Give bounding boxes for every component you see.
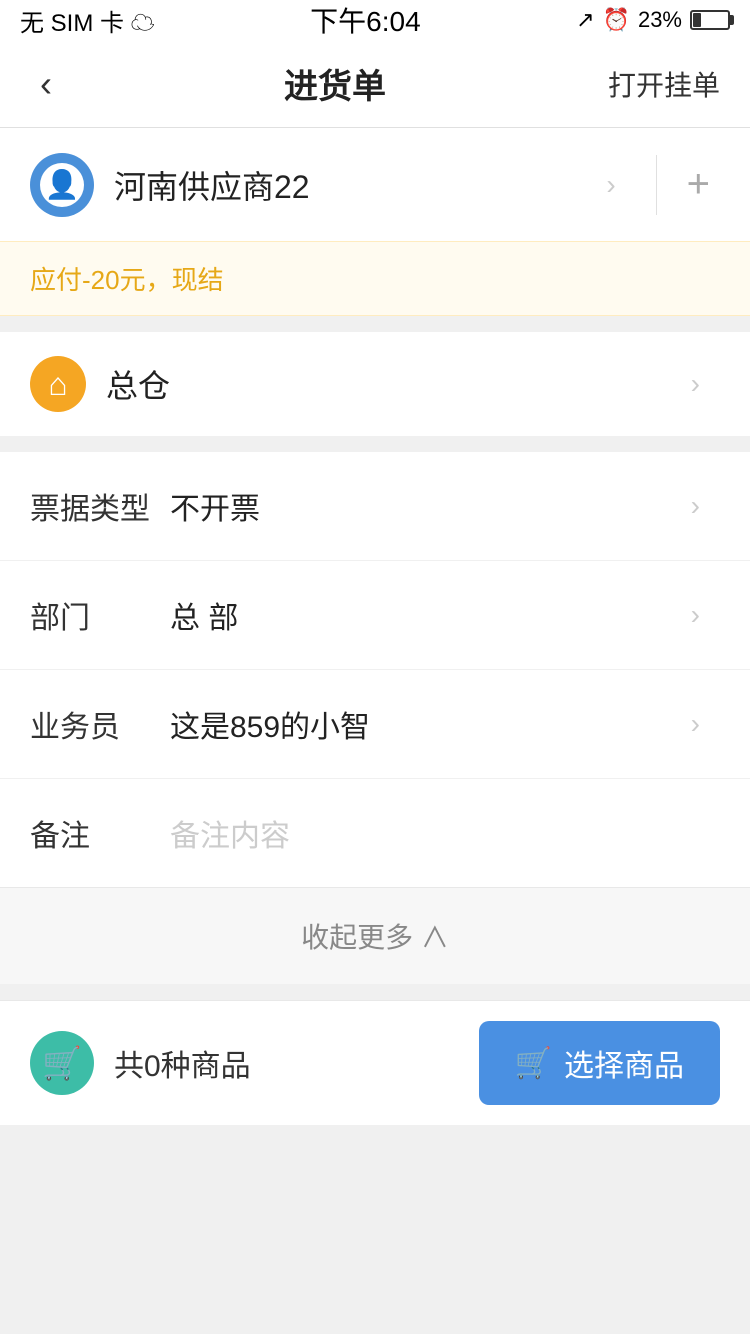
- select-product-button[interactable]: 🛒 选择商品: [479, 1021, 720, 1105]
- status-right: ↗ ⏰ 23%: [576, 7, 730, 33]
- product-count-text: 共0种商品: [114, 1041, 479, 1085]
- department-row[interactable]: 部门 总 部 ›: [0, 560, 750, 669]
- remark-label: 备注: [30, 811, 160, 855]
- invoice-type-value: 不开票: [170, 484, 691, 528]
- supplier-row[interactable]: 👤 河南供应商22 › +: [0, 128, 750, 241]
- status-bar: 无 SIM 卡 ☁ 下午6:04 ↗ ⏰ 23%: [0, 0, 750, 40]
- bottom-bar: 🛒 共0种商品 🛒 选择商品: [0, 1000, 750, 1125]
- nav-bar: ‹ 进货单 打开挂单: [0, 40, 750, 128]
- chevron-right-icon: ›: [691, 490, 700, 522]
- page-title: 进货单: [284, 59, 386, 108]
- main-content: 👤 河南供应商22 › + 应付-20元，现结 ⌂ 总仓 › 票据类型 不开: [0, 128, 750, 1328]
- warehouse-row[interactable]: ⌂ 总仓 ›: [0, 332, 750, 436]
- alarm-icon: ⏰: [603, 7, 630, 33]
- notice-text: 应付-20元，现结: [30, 265, 224, 295]
- department-label: 部门: [30, 593, 160, 637]
- status-left: 无 SIM 卡 ☁: [20, 3, 155, 38]
- supplier-info: 👤 河南供应商22: [30, 153, 606, 217]
- back-button[interactable]: ‹: [30, 53, 62, 115]
- add-supplier-button[interactable]: +: [677, 152, 720, 217]
- chevron-right-icon: ›: [691, 708, 700, 740]
- status-time: 下午6:04: [310, 0, 421, 40]
- supplier-avatar: 👤: [30, 153, 94, 217]
- salesperson-label: 业务员: [30, 702, 160, 746]
- salesperson-row[interactable]: 业务员 这是859的小智 ›: [0, 669, 750, 778]
- remark-input[interactable]: 备注内容: [170, 811, 720, 855]
- product-icon-wrap: 🛒: [30, 1031, 94, 1095]
- select-cart-icon: 🛒: [515, 1046, 552, 1081]
- signal-text: 无 SIM 卡 ☁: [20, 3, 155, 38]
- invoice-type-label: 票据类型: [30, 484, 160, 528]
- collapse-label: 收起更多 ∧: [301, 916, 449, 956]
- chevron-right-icon: ›: [691, 599, 700, 631]
- invoice-type-row[interactable]: 票据类型 不开票 ›: [0, 452, 750, 560]
- department-value: 总 部: [170, 593, 691, 637]
- warehouse-icon: ⌂: [48, 366, 67, 403]
- supplier-name: 河南供应商22: [114, 162, 310, 208]
- warehouse-card[interactable]: ⌂ 总仓 ›: [0, 332, 750, 436]
- battery-text: 23%: [638, 7, 682, 33]
- product-cart-icon: 🛒: [42, 1044, 82, 1082]
- warehouse-icon-wrap: ⌂: [30, 356, 86, 412]
- select-btn-label: 选择商品: [564, 1041, 684, 1085]
- divider: [656, 155, 657, 215]
- warehouse-name: 总仓: [106, 361, 691, 407]
- form-card: 票据类型 不开票 › 部门 总 部 › 业务员 这是859的小智 › 备注 备注…: [0, 452, 750, 984]
- remark-row[interactable]: 备注 备注内容: [0, 778, 750, 887]
- collapse-row[interactable]: 收起更多 ∧: [0, 887, 750, 984]
- chevron-right-icon: ›: [606, 169, 615, 201]
- location-icon: ↗: [576, 7, 594, 33]
- battery-icon: [690, 10, 730, 30]
- chevron-right-icon: ›: [691, 368, 700, 400]
- person-icon: 👤: [45, 168, 80, 201]
- supplier-card: 👤 河南供应商22 › + 应付-20元，现结: [0, 128, 750, 316]
- open-pending-button[interactable]: 打开挂单: [608, 64, 720, 104]
- salesperson-value: 这是859的小智: [170, 702, 691, 746]
- notice-bar: 应付-20元，现结: [0, 241, 750, 316]
